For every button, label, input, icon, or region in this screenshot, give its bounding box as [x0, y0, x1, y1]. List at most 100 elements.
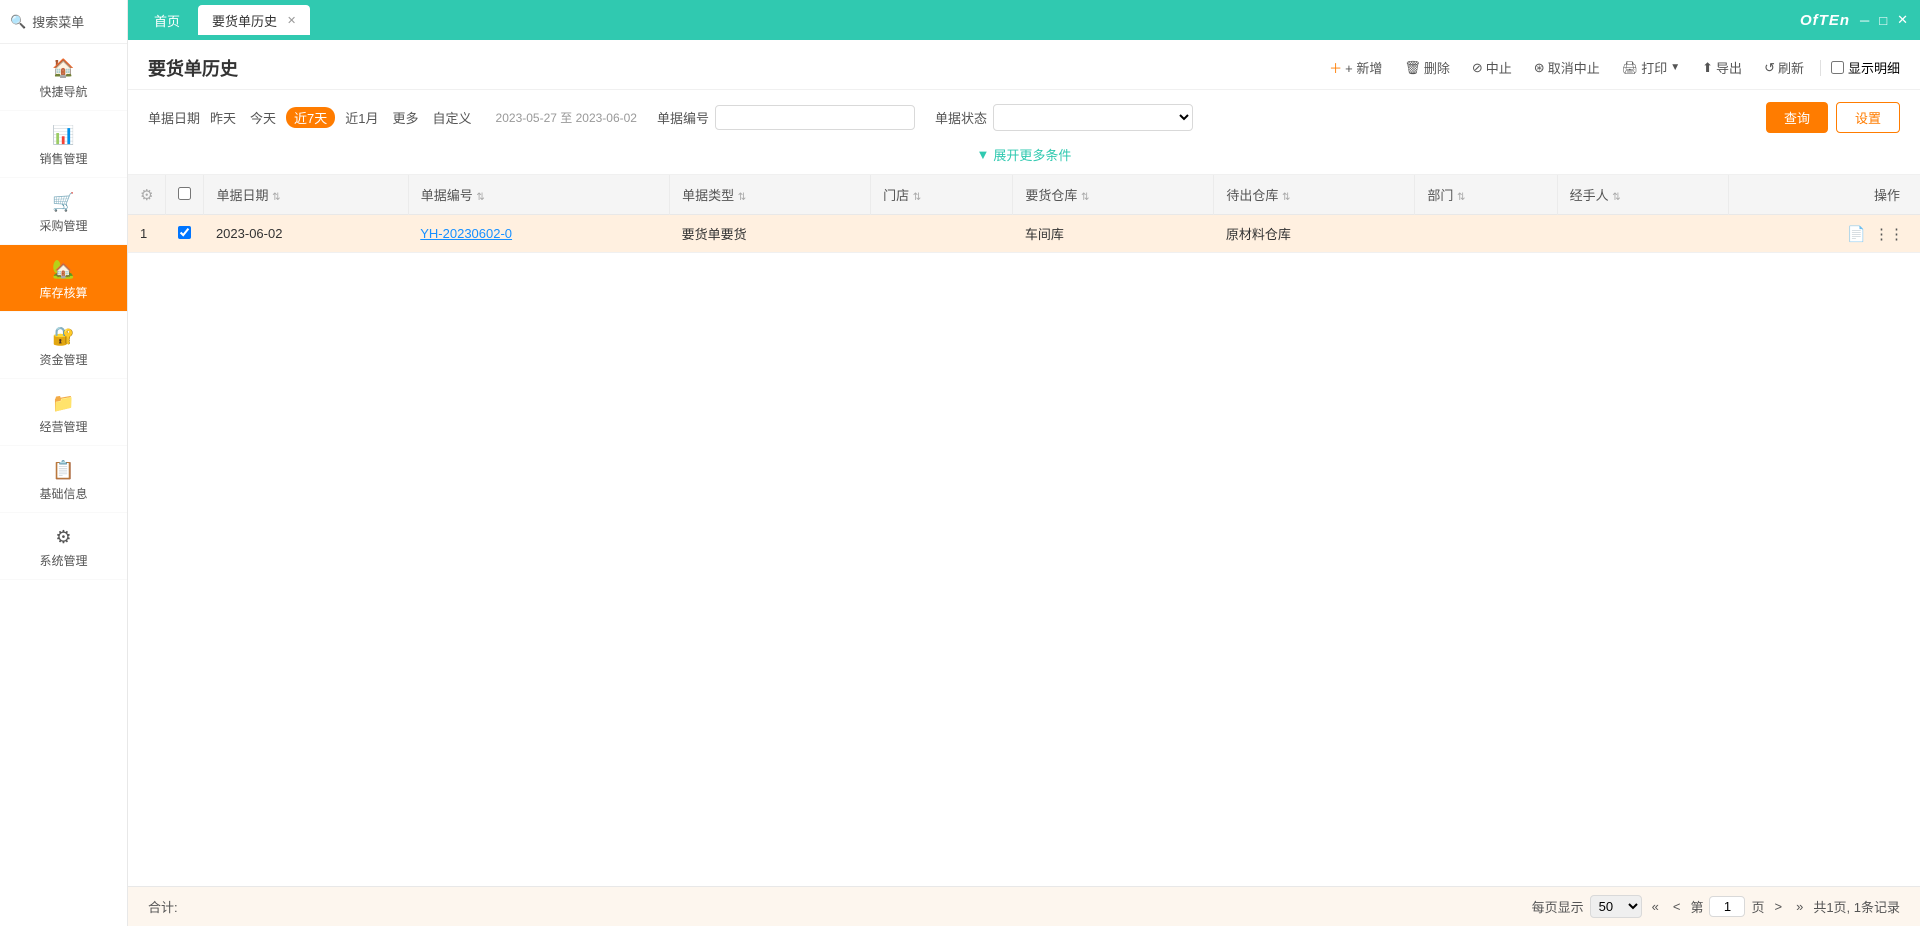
delete-icon: 🗑	[1404, 60, 1421, 76]
next-page-button[interactable]: >	[1770, 897, 1786, 916]
cancel-suspend-button[interactable]: ⊛ 取消中止	[1528, 54, 1606, 81]
window-minimize[interactable]: ─	[1860, 13, 1869, 28]
print-button[interactable]: 🖨 打印 ▼	[1616, 54, 1686, 81]
window-maximize[interactable]: □	[1879, 13, 1887, 28]
date-custom[interactable]: 自定义	[429, 107, 476, 128]
sidebar-item-label: 系统管理	[39, 552, 87, 569]
new-icon: ＋	[1329, 58, 1342, 77]
expand-icon: ▼	[977, 147, 990, 162]
sidebar-item-inventory[interactable]: 🏡 库存核算	[0, 245, 127, 312]
th-checkbox	[166, 175, 204, 215]
sidebar-item-finance[interactable]: 🔐 资金管理	[0, 312, 127, 379]
th-doc-date[interactable]: 单据日期	[204, 175, 408, 215]
tab-requisition-label: 要货单历史	[212, 11, 277, 30]
query-button[interactable]: 查询	[1766, 102, 1828, 133]
search-icon: 🔍	[10, 14, 26, 30]
date-range-display: 2023-05-27 至 2023-06-02	[496, 109, 637, 126]
status-label: 单据状态	[935, 108, 987, 127]
suspend-icon: ⊘	[1472, 60, 1483, 76]
th-doc-type[interactable]: 单据类型	[670, 175, 871, 215]
page-input[interactable]	[1709, 896, 1745, 917]
tab-home-label: 首页	[154, 11, 180, 30]
date-1month[interactable]: 近1月	[341, 107, 382, 128]
refresh-button[interactable]: ↺ 刷新	[1758, 54, 1810, 81]
sidebar-item-quick-nav[interactable]: 🏠 快捷导航	[0, 44, 127, 111]
row-doc-no-link[interactable]: YH-20230602-0	[420, 226, 512, 241]
tab-home[interactable]: 首页	[140, 5, 194, 35]
operation-icon: 📁	[52, 393, 74, 414]
table-wrap: ⚙ 单据日期 单据编号 单据类型	[128, 175, 1920, 886]
sidebar-item-system[interactable]: ⚙ 系统管理	[0, 513, 127, 580]
sidebar-item-basic[interactable]: 📋 基础信息	[0, 446, 127, 513]
total-label: 合计:	[148, 897, 178, 916]
date-7days[interactable]: 近7天	[286, 107, 335, 128]
table-settings-icon[interactable]: ⚙	[140, 187, 153, 204]
row-doc-type: 要货单要货	[670, 215, 871, 253]
show-detail-checkbox[interactable]	[1831, 61, 1844, 74]
date-more[interactable]: 更多	[389, 107, 423, 128]
select-all-checkbox[interactable]	[178, 187, 191, 200]
status-select[interactable]	[993, 104, 1193, 131]
show-detail-label: 显示明细	[1848, 58, 1900, 77]
sidebar-item-purchase[interactable]: 🛒 采购管理	[0, 178, 127, 245]
date-yesterday[interactable]: 昨天	[206, 107, 240, 128]
row-edit-icon[interactable]: 📄	[1847, 225, 1866, 243]
row-checkbox[interactable]	[178, 226, 191, 239]
table-row: 1 2023-06-02 YH-20230602-0 要货单要货 车间库 原材料…	[128, 215, 1920, 253]
row-doc-no[interactable]: YH-20230602-0	[408, 215, 669, 253]
sidebar-item-sales[interactable]: 📊 销售管理	[0, 111, 127, 178]
export-button[interactable]: ⬆ 导出	[1696, 54, 1748, 81]
brand-label: OfTEn	[1800, 12, 1850, 29]
first-page-button[interactable]: «	[1648, 897, 1663, 916]
per-page-label: 每页显示	[1532, 897, 1584, 916]
quick-nav-icon: 🏠	[52, 58, 74, 79]
th-req-warehouse[interactable]: 要货仓库	[1013, 175, 1214, 215]
tab-requisition-history[interactable]: 要货单历史 ✕	[198, 5, 310, 35]
expand-more-button[interactable]: ▼ 展开更多条件	[977, 141, 1072, 168]
show-detail-toggle[interactable]: 显示明细	[1831, 58, 1900, 77]
date-range-text: 2023-05-27 至 2023-06-02	[496, 109, 637, 126]
th-dept-label: 部门	[1427, 188, 1453, 203]
filter-bar: 单据日期 昨天 今天 近7天 近1月 更多 自定义 2023-05-27 至 2…	[128, 90, 1920, 175]
system-icon: ⚙	[55, 527, 71, 548]
date-filter: 单据日期 昨天 今天 近7天 近1月 更多 自定义	[148, 107, 476, 128]
row-checkbox-cell	[166, 215, 204, 253]
window-close[interactable]: ✕	[1897, 12, 1908, 28]
export-icon: ⬆	[1702, 60, 1713, 76]
th-doc-no[interactable]: 单据编号	[408, 175, 669, 215]
doc-no-input[interactable]	[715, 105, 915, 130]
row-store	[871, 215, 1013, 253]
last-page-button[interactable]: »	[1792, 897, 1807, 916]
settings-button[interactable]: 设置	[1836, 102, 1900, 133]
th-req-warehouse-label: 要货仓库	[1025, 188, 1077, 203]
purchase-icon: 🛒	[52, 192, 74, 213]
per-page-select[interactable]: 20 50 100 200	[1590, 895, 1642, 918]
delete-button[interactable]: 🗑 删除	[1398, 54, 1456, 81]
print-dropdown-icon[interactable]: ▼	[1670, 62, 1680, 73]
row-dept	[1415, 215, 1557, 253]
sidebar-item-label: 采购管理	[39, 217, 87, 234]
th-store[interactable]: 门店	[871, 175, 1013, 215]
sidebar-search[interactable]: 🔍 搜索菜单	[0, 0, 127, 44]
sidebar-item-operation[interactable]: 📁 经营管理	[0, 379, 127, 446]
sidebar-search-label: 搜索菜单	[32, 12, 84, 31]
total-info: 共1页, 1条记录	[1813, 897, 1900, 916]
delete-label: 删除	[1424, 58, 1450, 77]
th-pending-warehouse[interactable]: 待出仓库	[1214, 175, 1415, 215]
date-today[interactable]: 今天	[246, 107, 280, 128]
inventory-icon: 🏡	[52, 259, 74, 280]
row-more-icon[interactable]: ⋮⋮	[1874, 225, 1904, 243]
tab-close-icon[interactable]: ✕	[287, 14, 296, 27]
table-footer: 合计: 每页显示 20 50 100 200 « < 第 页 > » 共1页, …	[128, 886, 1920, 926]
prev-page-button[interactable]: <	[1669, 897, 1685, 916]
top-bar-right: OfTEn ─ □ ✕	[1800, 12, 1908, 29]
th-dept[interactable]: 部门	[1415, 175, 1557, 215]
th-handler[interactable]: 经手人	[1557, 175, 1729, 215]
data-table: ⚙ 单据日期 单据编号 单据类型	[128, 175, 1920, 253]
th-action: 操作	[1729, 175, 1920, 215]
sidebar-item-label: 库存核算	[39, 284, 87, 301]
table-header-row: ⚙ 单据日期 单据编号 单据类型	[128, 175, 1920, 215]
suspend-button[interactable]: ⊘ 中止	[1466, 54, 1518, 81]
cancel-suspend-icon: ⊛	[1534, 60, 1545, 76]
new-button[interactable]: ＋ + 新增	[1323, 54, 1388, 81]
